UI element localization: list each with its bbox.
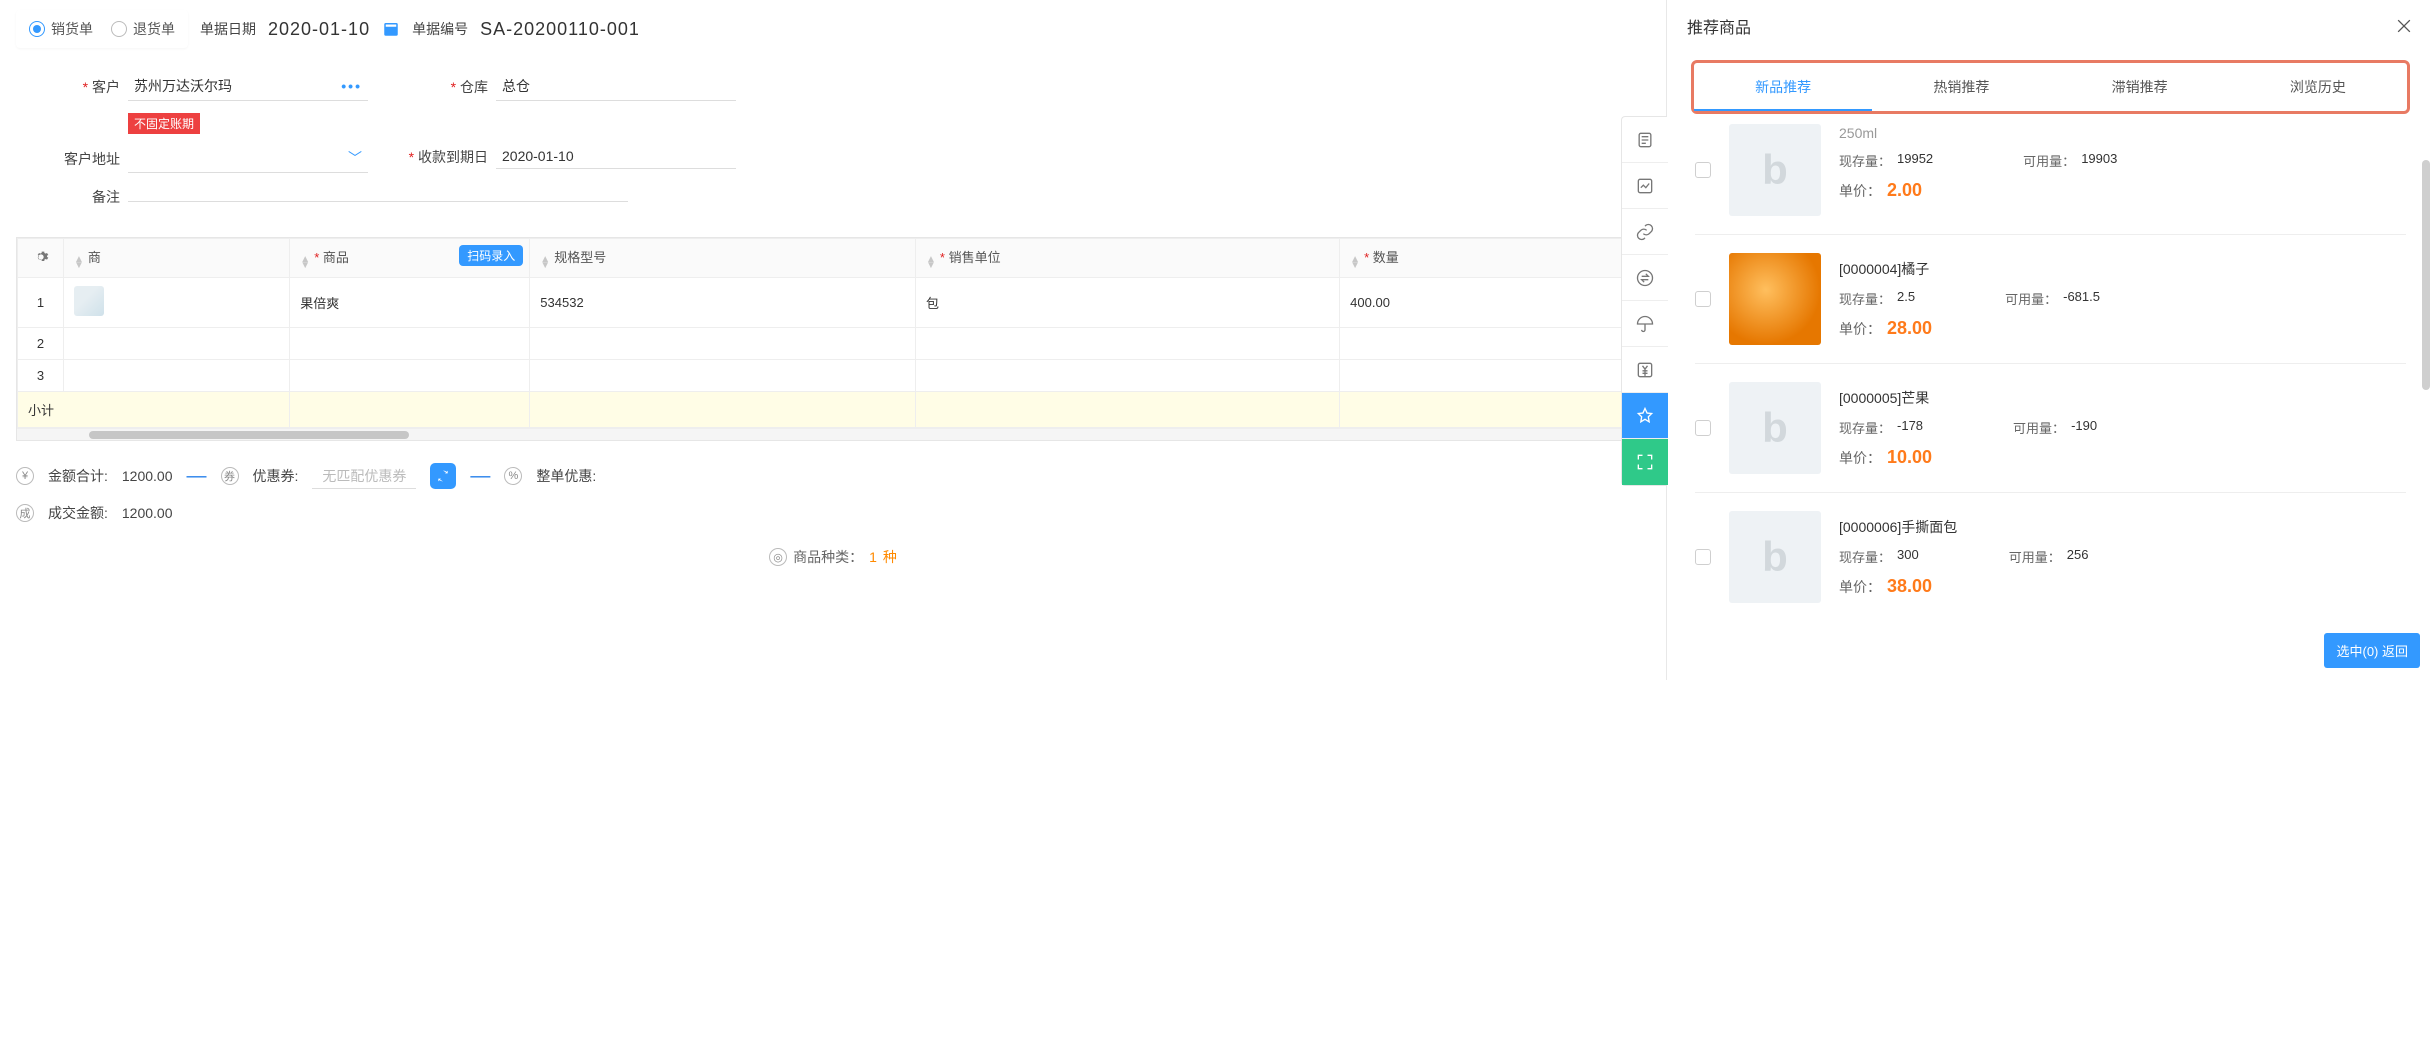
radio-sales[interactable]: 销货单: [29, 19, 93, 39]
deal-icon: 成: [16, 504, 34, 522]
coupon-input[interactable]: 无匹配优惠券: [312, 464, 416, 489]
customer-lookup-icon[interactable]: •••: [341, 78, 362, 94]
doc-no-label: 单据编号: [412, 19, 468, 39]
tool-expand-icon[interactable]: [1622, 439, 1668, 485]
footer-kind-label: 商品种类：: [793, 547, 863, 567]
remark-label: 备注: [30, 187, 120, 207]
tool-note-icon[interactable]: [1622, 117, 1668, 163]
doc-date-value[interactable]: 2020-01-10: [268, 19, 370, 40]
discount-icon: %: [504, 467, 522, 485]
th-settings[interactable]: [18, 239, 64, 278]
list-item[interactable]: b 250ml 现存量：19952 可用量：19903 单价：2.00: [1695, 120, 2406, 235]
item-checkbox[interactable]: [1695, 420, 1711, 436]
tool-umbrella-icon[interactable]: [1622, 301, 1668, 347]
tab-new[interactable]: 新品推荐: [1694, 63, 1872, 111]
right-panel-title: 推荐商品: [1687, 14, 1751, 38]
due-input[interactable]: 2020-01-10: [496, 144, 736, 169]
minus-icon: —: [187, 465, 207, 488]
deal-value: 1200.00: [122, 505, 173, 521]
item-image: b: [1729, 511, 1821, 603]
customer-input[interactable]: 苏州万达沃尔玛 •••: [128, 72, 368, 101]
select-return-button[interactable]: 选中(0) 返回: [2324, 633, 2420, 668]
customer-label: 客户: [30, 77, 120, 97]
table-row[interactable]: 2: [18, 328, 1649, 360]
period-badge: 不固定账期: [128, 113, 200, 134]
tool-link-icon[interactable]: [1622, 209, 1668, 255]
doc-date-label: 单据日期: [200, 19, 256, 39]
tab-hot[interactable]: 热销推荐: [1872, 63, 2050, 111]
line-items-grid[interactable]: ▲▼商 ▲▼商品扫码录入 ▲▼规格型号 ▲▼销售单位 ▲▼数量 1 果倍爽 53…: [16, 237, 1650, 441]
recommend-list[interactable]: b 250ml 现存量：19952 可用量：19903 单价：2.00 [000…: [1667, 120, 2434, 610]
chevron-down-icon[interactable]: ﹀: [348, 148, 362, 168]
list-item[interactable]: b [0000005]芒果 现存量：-178 可用量：-190 单价：10.00: [1695, 364, 2406, 493]
side-toolbar: [1621, 116, 1667, 486]
refresh-coupon-button[interactable]: [430, 463, 456, 489]
address-label: 客户地址: [30, 149, 120, 169]
item-image: b: [1729, 124, 1821, 216]
doc-no-value: SA-20200110-001: [480, 19, 640, 40]
remark-input[interactable]: [128, 193, 628, 202]
th-spec[interactable]: ▲▼规格型号: [530, 239, 916, 278]
coupon-icon: 券: [221, 467, 239, 485]
item-image: [1729, 253, 1821, 345]
minus-icon: —: [470, 465, 490, 488]
bill-discount-label: 整单优惠:: [536, 466, 596, 486]
grid-hscrollbar[interactable]: [17, 428, 1649, 440]
product-thumb: [74, 286, 104, 316]
list-item[interactable]: [0000004]橘子 现存量：2.5 可用量：-681.5 单价：28.00: [1695, 235, 2406, 364]
coupon-label: 优惠券:: [253, 466, 299, 486]
amount-label: 金额合计:: [48, 466, 108, 486]
doc-type-radio[interactable]: 销货单 退货单: [16, 10, 188, 48]
tab-history[interactable]: 浏览历史: [2229, 63, 2407, 111]
close-icon[interactable]: [2394, 16, 2414, 36]
th-qty[interactable]: ▲▼数量: [1340, 239, 1649, 278]
footer-kind-value: 1: [869, 549, 877, 565]
item-checkbox[interactable]: [1695, 549, 1711, 565]
deal-label: 成交金额:: [48, 503, 108, 523]
th-product[interactable]: ▲▼商品扫码录入: [290, 239, 530, 278]
tool-star-icon[interactable]: [1622, 393, 1668, 439]
footer-kind-unit: 种: [883, 547, 897, 567]
footer-icon: ◎: [769, 548, 787, 566]
right-scrollbar[interactable]: [2422, 160, 2430, 390]
item-checkbox[interactable]: [1695, 162, 1711, 178]
amount-value: 1200.00: [122, 468, 173, 484]
tool-transfer-icon[interactable]: [1622, 255, 1668, 301]
table-row[interactable]: 3: [18, 360, 1649, 392]
item-image: b: [1729, 382, 1821, 474]
address-input[interactable]: ﹀: [128, 144, 368, 173]
radio-return[interactable]: 退货单: [111, 19, 175, 39]
tab-slow[interactable]: 滞销推荐: [2051, 63, 2229, 111]
recommend-tabs: 新品推荐 热销推荐 滞销推荐 浏览历史: [1691, 60, 2410, 114]
yen-icon: ¥: [16, 467, 34, 485]
subtotal-row: 小计: [18, 392, 1649, 428]
warehouse-input[interactable]: 总仓: [496, 72, 736, 101]
warehouse-label: 仓库: [398, 77, 488, 97]
item-checkbox[interactable]: [1695, 291, 1711, 307]
tool-yen-icon[interactable]: [1622, 347, 1668, 393]
th-image[interactable]: ▲▼商: [64, 239, 290, 278]
tool-chart-icon[interactable]: [1622, 163, 1668, 209]
scan-entry-button[interactable]: 扫码录入: [459, 245, 523, 266]
th-unit[interactable]: ▲▼销售单位: [915, 239, 1339, 278]
list-item[interactable]: b [0000006]手撕面包 现存量：300 可用量：256 单价：38.00: [1695, 493, 2406, 610]
due-label: 收款到期日: [398, 147, 488, 167]
table-row[interactable]: 1 果倍爽 534532 包 400.00: [18, 278, 1649, 328]
calendar-icon[interactable]: [382, 20, 400, 38]
